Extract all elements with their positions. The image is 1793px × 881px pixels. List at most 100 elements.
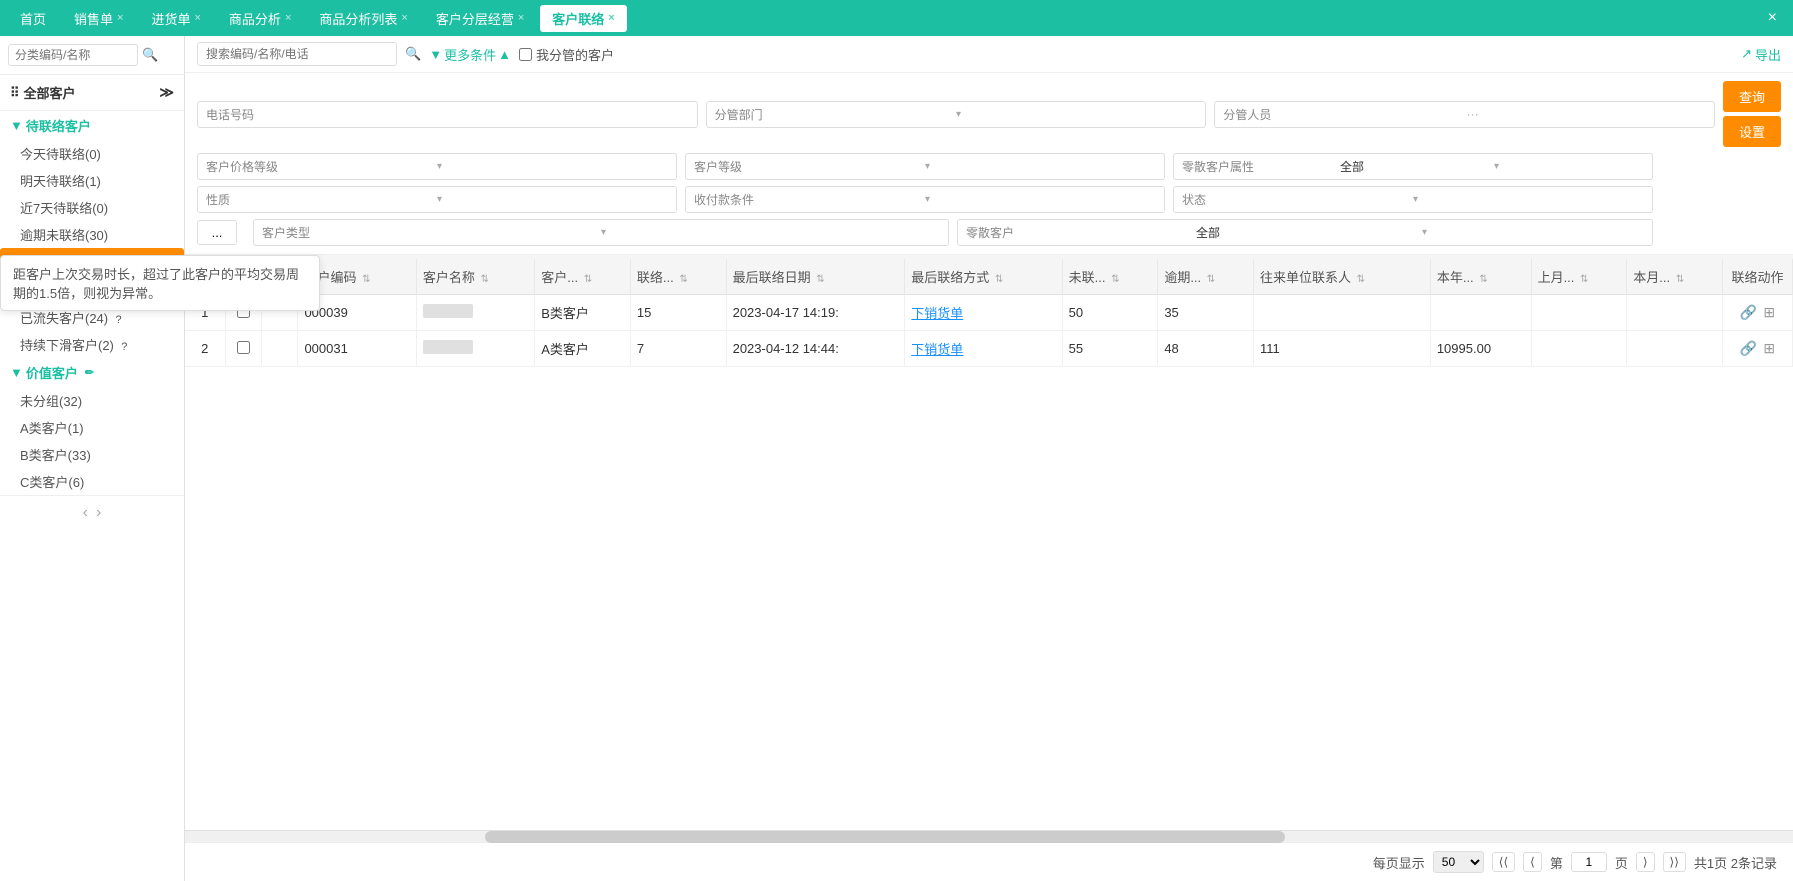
pending-contact-group[interactable]: ▼ 待联络客户 (0, 111, 184, 140)
per-page-select[interactable]: 50 20 100 (1433, 851, 1484, 873)
col-header-this-month[interactable]: 本月... ⇅ (1627, 259, 1723, 295)
filter-row-2: 客户价格等级 ▾ 客户等级 ▾ 零散客户属性 全部 ▾ (197, 153, 1781, 180)
col-header-no-contact[interactable]: 未联... ⇅ (1062, 259, 1158, 295)
scrollbar-thumb[interactable] (485, 831, 1285, 843)
first-page-button[interactable]: ⟨⟨ (1492, 852, 1515, 872)
status-filter[interactable]: 状态 ▾ (1173, 186, 1653, 213)
nav-tab-customer-contact[interactable]: 客户联络 × (540, 5, 626, 32)
row-link-icon-2[interactable]: 🔗 (1740, 340, 1757, 357)
cell-overdue-1: 35 (1158, 295, 1254, 331)
cell-actions-1: 🔗 ⊞ (1723, 295, 1793, 331)
close-customer-contact-tab[interactable]: × (608, 12, 614, 24)
row-checkbox-2[interactable] (237, 341, 250, 354)
retail-attr-filter[interactable]: 零散客户属性 全部 ▾ (1173, 153, 1653, 180)
sort-method-icon: ⇅ (995, 274, 1003, 285)
col-header-last-method[interactable]: 最后联络方式 ⇅ (905, 259, 1062, 295)
close-sales-tab[interactable]: × (117, 12, 123, 24)
nav-tab-home[interactable]: 首页 (8, 5, 58, 32)
nav-tab-customer-tier[interactable]: 客户分层经营 × (424, 5, 536, 32)
col-header-type[interactable]: 客户... ⇅ (535, 259, 631, 295)
declining-help-icon[interactable]: ? (121, 341, 127, 353)
page-number-input[interactable] (1571, 852, 1607, 872)
price-level-filter[interactable]: 客户价格等级 ▾ (197, 153, 677, 180)
cell-this-year-1 (1430, 295, 1531, 331)
cell-method-1[interactable]: 下销货单 (905, 295, 1062, 331)
sidebar-item-unclassified[interactable]: 未分组(32) (0, 387, 184, 414)
my-customers-checkbox[interactable] (519, 48, 532, 61)
gender-arrow: ▾ (437, 194, 668, 205)
gender-filter[interactable]: 性质 ▾ (197, 186, 677, 213)
sidebar-bottom: ‹ › (0, 495, 184, 530)
nav-tab-product-list[interactable]: 商品分析列表 × (307, 5, 419, 32)
sidebar-item-overdue[interactable]: 逾期未联络(30) (0, 221, 184, 248)
export-button[interactable]: ↗ 导出 (1741, 45, 1781, 64)
window-close-button[interactable]: × (1760, 9, 1785, 27)
retail-customer-filter[interactable]: 零散客户 全部 ▾ (957, 219, 1653, 246)
sidebar-item-c-class[interactable]: C类客户(6) (0, 468, 184, 495)
filter-search-input[interactable] (197, 42, 397, 66)
cell-this-month-1 (1627, 295, 1723, 331)
sidebar-item-7days[interactable]: 近7天待联络(0) (0, 194, 184, 221)
cell-num-2: 2 (185, 331, 225, 367)
col-header-this-year[interactable]: 本年... ⇅ (1430, 259, 1531, 295)
person-filter[interactable]: 分管人员 ··· (1214, 101, 1715, 128)
more-conditions-button[interactable]: ▼ 更多条件 ▲ (429, 45, 511, 64)
row-grid-icon-2[interactable]: ⊞ (1763, 340, 1775, 357)
my-customers-checkbox-label[interactable]: 我分管的客户 (519, 45, 614, 64)
prev-page-button[interactable]: ⟨ (1523, 852, 1542, 872)
close-customer-tier-tab[interactable]: × (518, 12, 524, 24)
sidebar-item-a-class[interactable]: A类客户(1) (0, 414, 184, 441)
sidebar-search-icon[interactable]: 🔍 (142, 47, 158, 63)
close-purchase-tab[interactable]: × (194, 12, 200, 24)
col-header-overdue[interactable]: 逾期... ⇅ (1158, 259, 1254, 295)
value-customer-edit-icon[interactable]: ✏ (85, 366, 94, 379)
row-grid-icon-1[interactable]: ⊞ (1763, 304, 1775, 321)
col-header-name[interactable]: 客户名称 ⇅ (416, 259, 534, 295)
customer-level-filter[interactable]: 客户等级 ▾ (685, 153, 1165, 180)
sidebar-search-area: 🔍 (0, 36, 184, 75)
nav-tab-sales[interactable]: 销售单 × (62, 5, 135, 32)
customer-type-filter[interactable]: 客户类型 ▾ (253, 219, 949, 246)
total-records-label: 共1页 2条记录 (1694, 853, 1777, 872)
row-link-icon-1[interactable]: 🔗 (1740, 304, 1757, 321)
sidebar-item-today[interactable]: 今天待联络(0) (0, 140, 184, 167)
sidebar-item-tomorrow[interactable]: 明天待联络(1) (0, 167, 184, 194)
sort-overdue-icon: ⇅ (1207, 274, 1215, 285)
sidebar-scroll-right[interactable]: › (96, 504, 101, 522)
phone-filter[interactable]: 电话号码 (197, 101, 698, 128)
already-lost-help-icon[interactable]: ? (115, 314, 121, 326)
close-product-list-tab[interactable]: × (401, 12, 407, 24)
nav-tab-purchase[interactable]: 进货单 × (139, 5, 212, 32)
col-header-contact-count[interactable]: 联络... ⇅ (630, 259, 726, 295)
sort-this-month-icon: ⇅ (1676, 274, 1684, 285)
sidebar-search-input[interactable] (8, 44, 138, 66)
cell-method-2[interactable]: 下销货单 (905, 331, 1062, 367)
query-button[interactable]: 查询 (1723, 81, 1781, 112)
filter-search-button[interactable]: 🔍 (405, 46, 421, 62)
col-header-unit-contact[interactable]: 往来单位联系人 ⇅ (1253, 259, 1430, 295)
settings-button[interactable]: 设置 (1723, 116, 1781, 147)
cell-last-month-1 (1531, 295, 1627, 331)
table-row: 2 000031 A类客户 7 2023-04-12 14:44: (185, 331, 1793, 367)
next-page-button[interactable]: ⟩ (1636, 852, 1655, 872)
all-customers-section[interactable]: ⠿ 全部客户 ≫ (0, 75, 184, 111)
col-header-last-month[interactable]: 上月... ⇅ (1531, 259, 1627, 295)
sidebar-item-b-class[interactable]: B类客户(33) (0, 441, 184, 468)
cell-type-2: A类客户 (535, 331, 631, 367)
dept-filter[interactable]: 分管部门 ▾ (706, 101, 1207, 128)
sidebar-scroll-left[interactable]: ‹ (83, 504, 88, 522)
cell-check-2[interactable] (225, 331, 261, 367)
payment-filter[interactable]: 收付款条件 ▾ (685, 186, 1165, 213)
horizontal-scrollbar[interactable] (185, 830, 1793, 842)
collapse-sidebar-icon[interactable]: ≫ (159, 84, 174, 101)
last-page-button[interactable]: ⟩⟩ (1663, 852, 1686, 872)
nav-tab-product-analysis[interactable]: 商品分析 × (217, 5, 303, 32)
price-level-arrow: ▾ (437, 161, 668, 172)
person-more-icon[interactable]: ··· (1467, 107, 1706, 121)
col-header-last-date[interactable]: 最后联络日期 ⇅ (726, 259, 905, 295)
pagination-bar: 每页显示 50 20 100 ⟨⟨ ⟨ 第 页 ⟩ ⟩⟩ 共1页 2条记录 (185, 842, 1793, 881)
sidebar-item-declining[interactable]: 持续下滑客户(2) ? (0, 331, 184, 358)
close-product-analysis-tab[interactable]: × (285, 12, 291, 24)
ellipsis-filter[interactable]: ... (197, 220, 237, 245)
value-customer-group[interactable]: ▼ 价值客户 ✏ (0, 358, 184, 387)
